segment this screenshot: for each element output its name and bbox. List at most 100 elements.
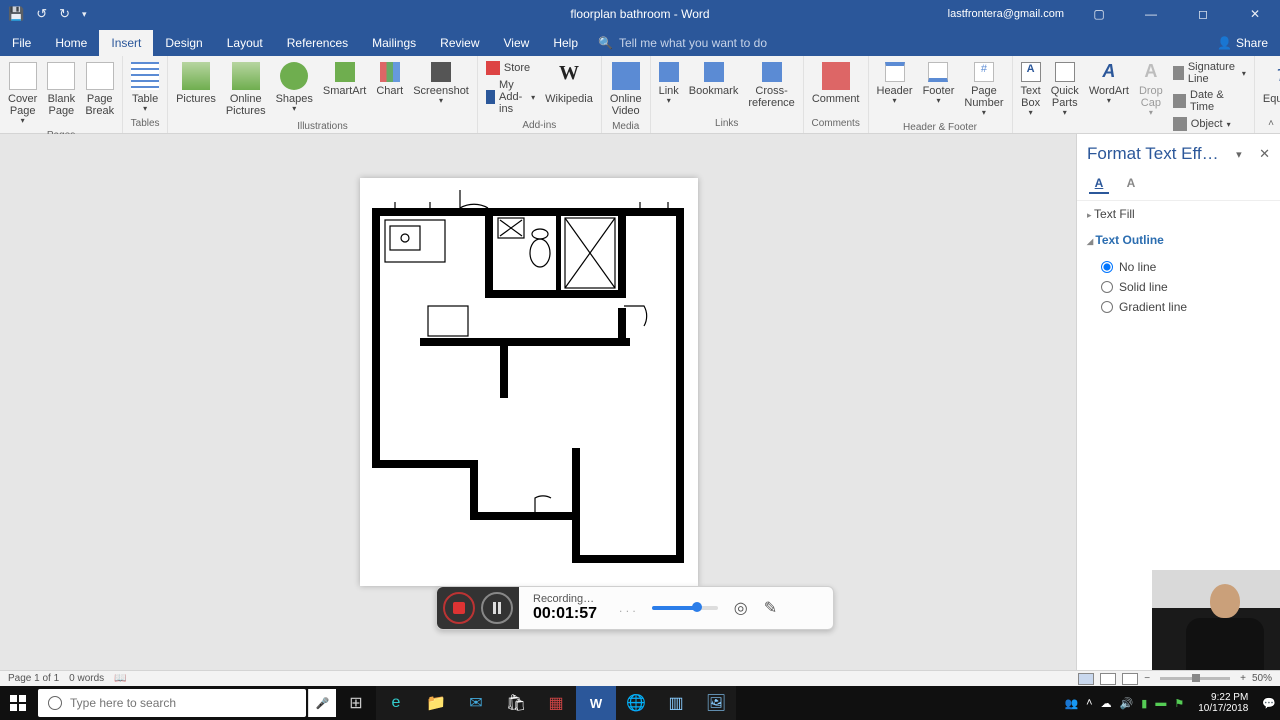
text-effects-tab-icon[interactable]: A: [1121, 174, 1141, 194]
blank-page-button[interactable]: Blank Page: [43, 58, 79, 119]
text-fill-section[interactable]: Text Fill: [1077, 201, 1280, 227]
tab-references[interactable]: References: [275, 30, 360, 56]
tab-view[interactable]: View: [492, 30, 542, 56]
document-page[interactable]: [360, 178, 698, 586]
page-indicator[interactable]: Page 1 of 1: [8, 673, 59, 684]
wikipedia-button[interactable]: WWikipedia: [541, 58, 597, 107]
bookmark-button[interactable]: Bookmark: [685, 58, 743, 99]
mail-icon[interactable]: ✉: [456, 686, 496, 720]
tab-help[interactable]: Help: [541, 30, 590, 56]
security-icon[interactable]: ⚑: [1174, 697, 1184, 710]
solid-line-option[interactable]: Solid line: [1101, 277, 1270, 297]
print-layout-view-button[interactable]: [1078, 673, 1094, 685]
pictures-button[interactable]: Pictures: [172, 58, 220, 107]
maximize-icon[interactable]: ◻: [1186, 7, 1220, 21]
link-button[interactable]: Link▾: [655, 58, 683, 108]
share-button[interactable]: 👤Share: [1217, 36, 1280, 56]
app-icon-1[interactable]: ▦: [536, 686, 576, 720]
tray-expand-icon[interactable]: ˄: [1086, 697, 1092, 709]
battery-icon[interactable]: ▬: [1155, 697, 1166, 709]
read-mode-view-button[interactable]: [1100, 673, 1116, 685]
chrome-icon[interactable]: 🌐: [616, 686, 656, 720]
gradient-line-option[interactable]: Gradient line: [1101, 297, 1270, 317]
notifications-icon[interactable]: 💬: [1262, 697, 1276, 710]
store-button[interactable]: Store: [484, 60, 537, 76]
object-button[interactable]: Object ▾: [1171, 116, 1248, 132]
text-fill-outline-tab-icon[interactable]: A: [1089, 174, 1109, 194]
tab-insert[interactable]: Insert: [99, 30, 153, 56]
page-number-button[interactable]: #Page Number▾: [960, 58, 1007, 120]
close-icon[interactable]: ✕: [1238, 7, 1272, 21]
cross-reference-button[interactable]: Cross- reference: [744, 58, 798, 111]
online-pictures-button[interactable]: Online Pictures: [222, 58, 270, 119]
pane-close-icon[interactable]: ✕: [1259, 146, 1270, 162]
tab-file[interactable]: File: [0, 30, 43, 56]
web-layout-view-button[interactable]: [1122, 673, 1138, 685]
redo-icon[interactable]: ↻: [59, 6, 70, 22]
tab-mailings[interactable]: Mailings: [360, 30, 428, 56]
recorder-menu-icon[interactable]: . . .: [611, 601, 644, 615]
store-icon[interactable]: 🛍: [496, 686, 536, 720]
screenshot-button[interactable]: Screenshot▾: [409, 58, 473, 108]
app-icon-2[interactable]: ▥: [656, 686, 696, 720]
network-icon[interactable]: ▮: [1141, 697, 1147, 710]
equation-button[interactable]: πEquation▾: [1259, 58, 1280, 116]
mic-icon[interactable]: 🎤: [308, 689, 336, 717]
taskbar-clock[interactable]: 9:22 PM 10/17/2018: [1192, 692, 1254, 714]
task-view-icon[interactable]: ⊞: [336, 686, 376, 720]
tab-review[interactable]: Review: [428, 30, 491, 56]
qat-dropdown-icon[interactable]: ▾: [82, 9, 87, 20]
wordart-button[interactable]: AWordArt▾: [1085, 58, 1133, 108]
photos-icon[interactable]: 🖼: [696, 686, 736, 720]
tab-design[interactable]: Design: [153, 30, 214, 56]
collapse-ribbon-icon[interactable]: ˄: [1268, 118, 1274, 129]
text-outline-section[interactable]: Text Outline: [1077, 227, 1280, 253]
signature-line-button[interactable]: Signature Line ▾: [1171, 60, 1248, 86]
people-icon[interactable]: 👥: [1064, 697, 1078, 710]
online-video-button[interactable]: Online Video: [606, 58, 646, 119]
cover-page-button[interactable]: Cover Page▾: [4, 58, 41, 128]
comment-button[interactable]: Comment: [808, 58, 864, 107]
volume-icon[interactable]: 🔊: [1120, 697, 1134, 710]
spellcheck-icon[interactable]: 📖: [114, 673, 126, 684]
word-icon[interactable]: W: [576, 686, 616, 720]
taskbar-search[interactable]: [38, 689, 306, 717]
record-stop-button[interactable]: [443, 592, 475, 624]
tell-me-search[interactable]: 🔍Tell me what you want to do: [598, 36, 767, 56]
undo-icon[interactable]: ↺: [36, 6, 47, 22]
pane-dropdown-icon[interactable]: ▾: [1236, 148, 1242, 161]
zoom-in-button[interactable]: +: [1240, 673, 1246, 684]
onedrive-icon[interactable]: ☁: [1101, 697, 1112, 710]
start-button[interactable]: [0, 686, 36, 720]
header-button[interactable]: Header▾: [873, 58, 917, 108]
drop-cap-button[interactable]: ADrop Cap▾: [1135, 58, 1167, 120]
tab-layout[interactable]: Layout: [215, 30, 275, 56]
table-button[interactable]: Table▾: [127, 58, 163, 116]
edge-icon[interactable]: e: [376, 686, 416, 720]
word-count[interactable]: 0 words: [69, 673, 104, 684]
page-break-button[interactable]: Page Break: [81, 58, 118, 119]
smartart-button[interactable]: SmartArt: [319, 58, 370, 99]
quick-parts-button[interactable]: Quick Parts▾: [1047, 58, 1083, 120]
pause-button[interactable]: [481, 592, 513, 624]
ribbon-display-icon[interactable]: ▢: [1082, 7, 1116, 21]
recorder-webcam-icon[interactable]: ◎: [726, 598, 756, 618]
date-time-button[interactable]: Date & Time: [1171, 88, 1248, 114]
chart-button[interactable]: Chart: [372, 58, 407, 99]
zoom-out-button[interactable]: −: [1144, 673, 1150, 684]
taskbar-search-input[interactable]: [70, 696, 296, 710]
file-explorer-icon[interactable]: 📁: [416, 686, 456, 720]
account-email[interactable]: lastfrontera@gmail.com: [948, 8, 1064, 20]
no-line-option[interactable]: No line: [1101, 257, 1270, 277]
text-box-button[interactable]: AText Box▾: [1017, 58, 1045, 120]
recorder-volume-slider[interactable]: [652, 606, 718, 610]
zoom-slider[interactable]: [1160, 677, 1230, 680]
zoom-level[interactable]: 50%: [1252, 673, 1272, 684]
tab-home[interactable]: Home: [43, 30, 99, 56]
footer-button[interactable]: Footer▾: [919, 58, 959, 108]
save-icon[interactable]: 💾: [8, 6, 24, 22]
my-addins-button[interactable]: My Add-ins ▾: [484, 78, 537, 116]
minimize-icon[interactable]: —: [1134, 7, 1168, 21]
shapes-button[interactable]: Shapes▾: [272, 58, 317, 116]
recorder-draw-icon[interactable]: ✎: [756, 598, 785, 618]
